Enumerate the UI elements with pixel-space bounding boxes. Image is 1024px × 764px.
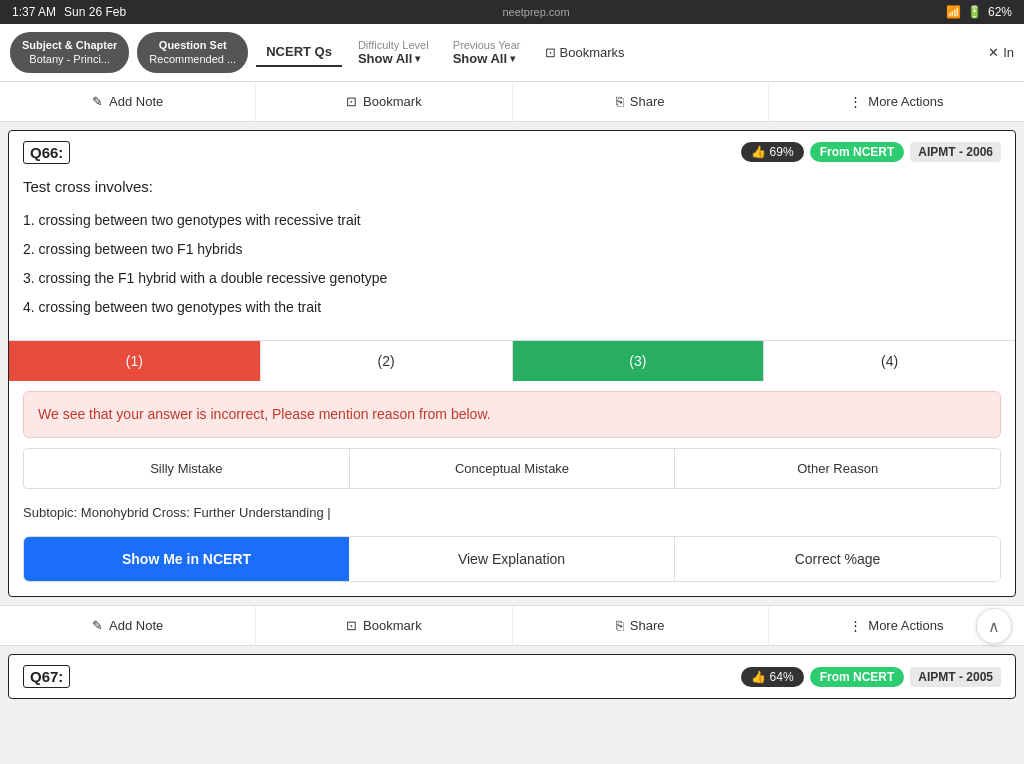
question-67-badges: 👍 64% From NCERT AIPMT - 2005 — [741, 667, 1001, 687]
chevron-up-icon: ∧ — [988, 617, 1000, 636]
more-icon: ⋮ — [849, 94, 862, 109]
qset-label: Question Set — [149, 38, 236, 52]
date: Sun 26 Feb — [64, 5, 126, 19]
subject-label: Subject & Chapter — [22, 38, 117, 52]
question-67-number: Q67: — [23, 665, 70, 688]
tab-ncert-qs[interactable]: NCERT Qs — [256, 38, 342, 67]
question-text: Test cross involves: — [23, 176, 1001, 199]
share-icon: ⎘ — [616, 94, 624, 109]
difficulty-dropdown[interactable]: Difficulty Level Show All ▾ — [350, 35, 437, 70]
more-icon: ⋮ — [849, 618, 862, 633]
nav-bar: Subject & Chapter Botany - Princi... Que… — [0, 24, 1024, 82]
view-explanation-button[interactable]: View Explanation — [349, 537, 675, 581]
answer-option-3[interactable]: (3) — [513, 341, 765, 381]
reason-silly-mistake[interactable]: Silly Mistake — [24, 449, 350, 488]
add-note-icon: ✎ — [92, 618, 103, 633]
answer-option-2[interactable]: (2) — [261, 341, 513, 381]
correct-pctage-button[interactable]: Correct %age — [675, 537, 1000, 581]
bottom-toolbar: ✎ Add Note ⊡ Bookmark ⎘ Share ⋮ More Act… — [0, 605, 1024, 646]
subtopic: Subtopic: Monohybrid Cross: Further Unde… — [9, 499, 1015, 530]
chevron-down-icon: ▾ — [415, 53, 420, 64]
exam-badge: AIPMT - 2006 — [910, 142, 1001, 162]
answer-row: (1) (2) (3) (4) — [9, 340, 1015, 381]
wifi-icon: 📶 — [946, 5, 961, 19]
add-note-button[interactable]: ✎ Add Note — [0, 82, 256, 121]
reason-other[interactable]: Other Reason — [675, 449, 1000, 488]
option-3: 3. crossing the F1 hybrid with a double … — [23, 268, 1001, 289]
question-set-pill[interactable]: Question Set Recommended ... — [137, 32, 248, 73]
question-66-card: Q66: 👍 69% From NCERT AIPMT - 2006 Test … — [8, 130, 1016, 598]
bookmark-icon: ⊡ — [346, 94, 357, 109]
answer-option-1[interactable]: (1) — [9, 341, 261, 381]
option-1: 1. crossing between two genotypes with r… — [23, 210, 1001, 231]
reason-row: Silly Mistake Conceptual Mistake Other R… — [23, 448, 1001, 489]
subject-chapter-pill[interactable]: Subject & Chapter Botany - Princi... — [10, 32, 129, 73]
thumbs-up-icon: 👍 — [751, 670, 766, 684]
q67-exam-badge: AIPMT - 2005 — [910, 667, 1001, 687]
status-time: 1:37 AM Sun 26 Feb — [12, 5, 126, 19]
show-in-ncert-button[interactable]: Show Me in NCERT — [24, 537, 349, 581]
close-icon: ✕ — [988, 45, 999, 60]
question-badges: 👍 69% From NCERT AIPMT - 2006 — [741, 142, 1001, 162]
top-toolbar: ✎ Add Note ⊡ Bookmark ⎘ Share ⋮ More Act… — [0, 82, 1024, 122]
action-row: Show Me in NCERT View Explanation Correc… — [23, 536, 1001, 582]
chevron-down-icon: ▾ — [510, 53, 515, 64]
bottom-share-button[interactable]: ⎘ Share — [513, 606, 769, 645]
question-body: Test cross involves: 1. crossing between… — [9, 170, 1015, 341]
bottom-bookmark-button[interactable]: ⊡ Bookmark — [256, 606, 512, 645]
add-note-icon: ✎ — [92, 94, 103, 109]
q67-ncert-badge: From NCERT — [810, 667, 905, 687]
battery-level: 62% — [988, 5, 1012, 19]
question-number: Q66: — [23, 141, 70, 164]
question-67-card: Q67: 👍 64% From NCERT AIPMT - 2005 — [8, 654, 1016, 699]
likes-badge: 👍 69% — [741, 142, 804, 162]
close-button[interactable]: ✕ In — [988, 45, 1014, 60]
reason-conceptual-mistake[interactable]: Conceptual Mistake — [350, 449, 676, 488]
bookmarks-button[interactable]: ⊡ Bookmarks — [537, 41, 633, 64]
question-67-header: Q67: 👍 64% From NCERT AIPMT - 2005 — [23, 665, 1001, 688]
time: 1:37 AM — [12, 5, 56, 19]
subject-value: Botany - Princi... — [22, 52, 117, 66]
battery-icon: 🔋 — [967, 5, 982, 19]
previous-year-dropdown[interactable]: Previous Year Show All ▾ — [445, 35, 529, 70]
thumbs-up-icon: 👍 — [751, 145, 766, 159]
status-right: 📶 🔋 62% — [946, 5, 1012, 19]
share-button[interactable]: ⎘ Share — [513, 82, 769, 121]
more-actions-button[interactable]: ⋮ More Actions — [769, 82, 1024, 121]
answer-option-4[interactable]: (4) — [764, 341, 1015, 381]
bookmark-icon: ⊡ — [346, 618, 357, 633]
bookmark-button[interactable]: ⊡ Bookmark — [256, 82, 512, 121]
question-header: Q66: 👍 69% From NCERT AIPMT - 2006 — [9, 131, 1015, 170]
option-4: 4. crossing between two genotypes with t… — [23, 297, 1001, 318]
qset-value: Recommended ... — [149, 52, 236, 66]
status-bar: 1:37 AM Sun 26 Feb neetprep.com 📶 🔋 62% — [0, 0, 1024, 24]
status-url: neetprep.com — [502, 6, 569, 18]
bookmark-icon: ⊡ — [545, 45, 556, 60]
share-icon: ⎘ — [616, 618, 624, 633]
error-notice: We see that your answer is incorrect, Pl… — [23, 391, 1001, 438]
option-2: 2. crossing between two F1 hybrids — [23, 239, 1001, 260]
scroll-up-button[interactable]: ∧ — [976, 608, 1012, 644]
bottom-add-note-button[interactable]: ✎ Add Note — [0, 606, 256, 645]
ncert-badge: From NCERT — [810, 142, 905, 162]
q67-likes-badge: 👍 64% — [741, 667, 804, 687]
